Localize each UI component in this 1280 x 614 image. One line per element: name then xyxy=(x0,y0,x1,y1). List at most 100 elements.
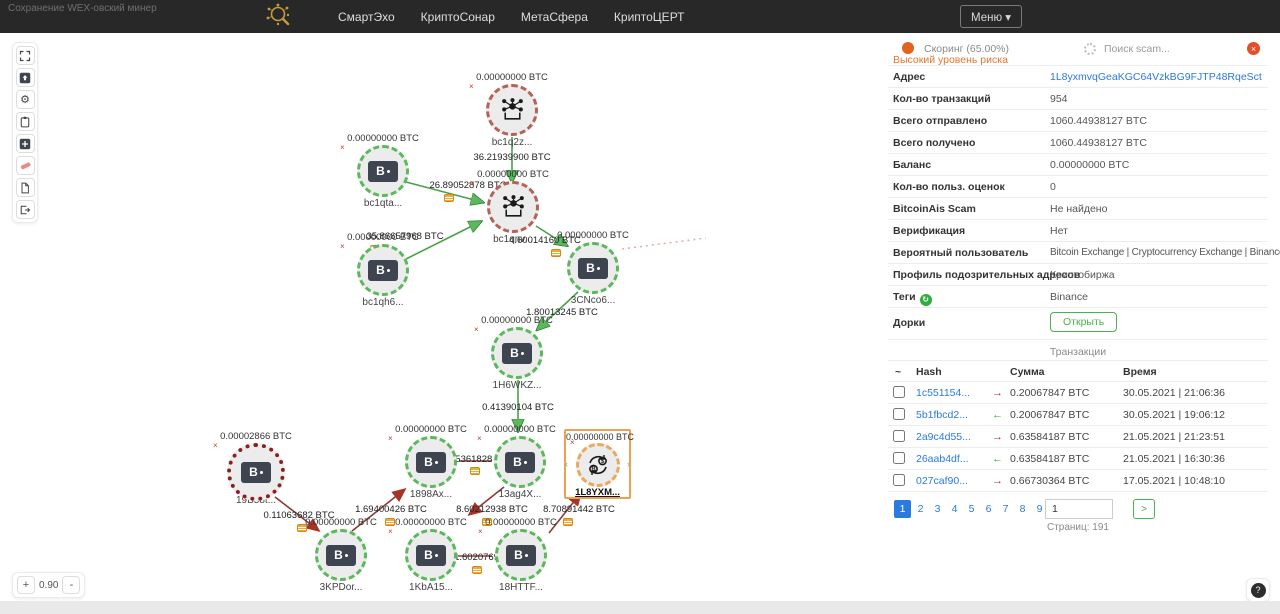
panel-row-total-sent: Всего отправлено 1060.44938127 BTC xyxy=(888,110,1268,132)
wallet-node-icon[interactable]: B xyxy=(357,145,409,197)
open-dorks-button[interactable]: Открыть xyxy=(1050,312,1118,332)
page-button-8[interactable]: 8 xyxy=(1014,500,1031,518)
close-panel-icon[interactable]: × xyxy=(1247,42,1260,55)
node-address[interactable]: bc1qh6... xyxy=(328,297,438,308)
row-value: 1060.44938127 BTC xyxy=(1050,137,1147,149)
graph-node-19b58t: 0.00002866 BTC × B 19B58t... xyxy=(201,431,311,506)
wallet-node-icon[interactable]: B xyxy=(494,436,546,488)
menu-button[interactable]: Меню ▾ xyxy=(960,5,1023,28)
tx-hash-link[interactable]: 1c551154... xyxy=(916,387,970,399)
node-address[interactable]: bc1q2z... xyxy=(457,137,567,148)
node-balance: 0.00000000 BTC xyxy=(566,432,635,442)
node-balance: 0.00000000 BTC xyxy=(557,230,629,241)
tags-refresh-icon[interactable]: ↻ xyxy=(919,294,932,306)
delete-node-icon[interactable]: × xyxy=(388,435,393,443)
page-number-input[interactable] xyxy=(1045,499,1113,519)
delete-node-icon[interactable]: × xyxy=(478,528,483,536)
node-address[interactable]: 1L8YXM... xyxy=(566,487,629,498)
graph-canvas[interactable]: ⚙ 36.21939900 BTC 26.89052878 BTC 35.866… xyxy=(0,33,1280,602)
col-check: ~ xyxy=(895,366,902,378)
pagination: 1 2 3 4 5 6 7 8 9 > Страниц: 191 xyxy=(888,492,1268,538)
page-button-3[interactable]: 3 xyxy=(929,500,946,518)
node-address[interactable]: 1H6WKZ... xyxy=(462,380,572,391)
delete-node-icon[interactable]: × xyxy=(570,439,575,447)
delete-node-icon[interactable]: × xyxy=(340,144,345,152)
delete-node-icon[interactable]: × xyxy=(474,326,479,334)
zoom-out-button[interactable]: - xyxy=(62,576,81,594)
frame-right-arrow-icon[interactable]: › xyxy=(627,459,630,469)
exchange-node-icon[interactable]: $ B xyxy=(575,443,620,487)
page-button-5[interactable]: 5 xyxy=(963,500,980,518)
edge-details-icon[interactable] xyxy=(444,194,454,202)
tx-checkbox[interactable] xyxy=(893,386,905,398)
wallet-node-icon[interactable]: B xyxy=(491,327,543,379)
address-link[interactable]: 1L8yxmvqGeaKGC64VzkBG9FJTP48RqeSct xyxy=(1050,71,1262,83)
mixer-node-icon[interactable] xyxy=(486,84,538,136)
wallet-node-icon[interactable]: B xyxy=(567,242,619,294)
menu-label: Меню xyxy=(971,11,1003,24)
delete-node-icon[interactable]: × xyxy=(388,528,393,536)
delete-node-icon[interactable]: × xyxy=(213,442,218,450)
edge-amount: 0.41390104 BTC xyxy=(482,402,554,413)
wallet-node-icon[interactable]: B xyxy=(495,529,547,581)
tx-hash-link[interactable]: 027caf90... xyxy=(916,475,968,487)
graph-node-13ag4x: 0.00000000 BTC × B 13ag4X... xyxy=(465,424,575,500)
wallet-node-icon[interactable]: B xyxy=(405,529,457,581)
tx-in-arrow-icon: ← xyxy=(992,453,1003,465)
panel-row-tags: Теги ↻ Binance xyxy=(888,286,1268,308)
row-value: 954 xyxy=(1050,93,1068,105)
page-button-7[interactable]: 7 xyxy=(997,500,1014,518)
graph-node-1l8yxm-selected[interactable]: × ‹ › 0.00000000 BTC $ B 1L8YXM... xyxy=(564,429,635,499)
page-button-2[interactable]: 2 xyxy=(912,500,929,518)
graph-node-3cnco6: 0.00000000 BTC B 3CNco6... xyxy=(538,230,648,306)
frame-left-arrow-icon[interactable]: ‹ xyxy=(565,459,568,469)
row-value: 0.00000000 BTC xyxy=(1050,159,1130,171)
row-label: Кол-во польз. оценок xyxy=(893,181,1005,193)
delete-node-icon[interactable]: × xyxy=(477,435,482,443)
window-bottom-edge xyxy=(0,601,1280,614)
tx-checkbox[interactable] xyxy=(893,430,905,442)
panel-row-tx-count: Кол-во транзакций 954 xyxy=(888,88,1268,110)
row-label: BitcoinAis Scam xyxy=(893,203,976,215)
delete-node-icon[interactable]: × xyxy=(340,243,345,251)
node-address[interactable]: 18HTTF... xyxy=(466,582,576,593)
edge-amount: 8.60212938 BTC xyxy=(456,504,528,515)
panel-row-address: Адрес 1L8yxmvqGeaKGC64VzkBG9FJTP48RqeSct xyxy=(888,66,1268,88)
tx-checkbox[interactable] xyxy=(893,408,905,420)
tx-out-arrow-icon: → xyxy=(992,431,1003,443)
page-button-6[interactable]: 6 xyxy=(980,500,997,518)
tx-amount: 0.66730364 BTC xyxy=(1010,475,1090,487)
tx-time: 21.05.2021 | 21:23:51 xyxy=(1123,431,1225,443)
help-button[interactable]: ? xyxy=(1246,578,1270,602)
graph-node-bc1q2z: 0.00000000 BTC × bc1q2z... xyxy=(457,72,567,148)
tx-time: 17.05.2021 | 10:48:10 xyxy=(1123,475,1225,487)
tx-hash-link[interactable]: 26aab4df... xyxy=(916,453,969,465)
tx-time: 30.05.2021 | 19:06:12 xyxy=(1123,409,1225,421)
node-address[interactable]: 3CNco6... xyxy=(538,295,648,306)
wallet-node-icon[interactable]: B xyxy=(357,244,409,296)
tx-hash-link[interactable]: 2a9c4d55... xyxy=(916,431,971,443)
wallet-node-icon[interactable]: B xyxy=(227,443,285,501)
node-address[interactable]: 13ag4X... xyxy=(465,489,575,500)
next-page-button[interactable]: > xyxy=(1133,499,1155,519)
row-value: 1060.44938127 BTC xyxy=(1050,115,1147,127)
delete-node-icon[interactable]: × xyxy=(469,83,474,91)
page-button-1[interactable]: 1 xyxy=(894,500,911,518)
node-address[interactable]: bc1qta... xyxy=(328,198,438,209)
delete-node-icon[interactable]: × xyxy=(470,180,475,188)
tx-hash-link[interactable]: 5b1fbcd2... xyxy=(916,409,968,421)
page-button-4[interactable]: 4 xyxy=(946,500,963,518)
panel-row-user-ratings: Кол-во польз. оценок 0 xyxy=(888,176,1268,198)
tx-checkbox[interactable] xyxy=(893,474,905,486)
row-value: Нет xyxy=(1050,225,1068,237)
zoom-in-button[interactable]: + xyxy=(17,576,35,594)
tx-out-arrow-icon: → xyxy=(992,387,1003,399)
row-value: Bitcoin Exchange | Cryptocurrency Exchan… xyxy=(1050,247,1280,258)
tx-amount: 0.63584187 BTC xyxy=(1010,453,1090,465)
wallet-node-icon[interactable]: B xyxy=(405,436,457,488)
svg-text:B: B xyxy=(591,467,596,473)
tx-checkbox[interactable] xyxy=(893,452,905,464)
wallet-node-icon[interactable]: B xyxy=(315,529,367,581)
row-value: Не найдено xyxy=(1050,203,1108,215)
mixer-node-icon[interactable] xyxy=(487,181,539,233)
